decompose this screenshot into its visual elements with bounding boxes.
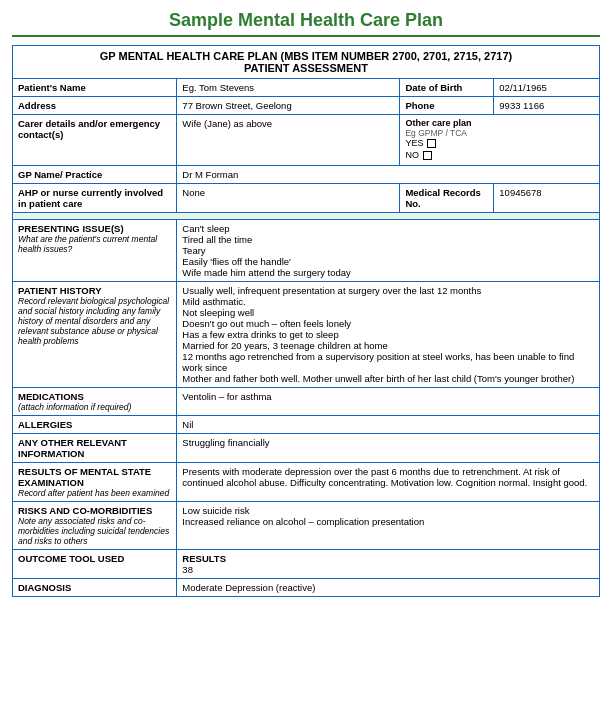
gp-row: GP Name/ Practice Dr M Forman xyxy=(13,166,600,184)
history-row: PATIENT HISTORY Record relevant biologic… xyxy=(13,282,600,388)
other-care-eg: Eg GPMP / TCA xyxy=(405,128,594,138)
spacer-row xyxy=(13,213,600,220)
patient-name-label: Patient's Name xyxy=(13,79,177,97)
presenting-value: Can't sleep Tired all the time Teary Eas… xyxy=(177,220,600,282)
no-row: NO xyxy=(405,150,594,160)
risks-label: RISKS AND CO-MORBIDITIES xyxy=(18,505,171,516)
allergies-value: Nil xyxy=(177,416,600,434)
carer-value: Wife (Jane) as above xyxy=(177,115,400,166)
outcome-results-header: RESULTS xyxy=(182,553,594,564)
address-label: Address xyxy=(13,97,177,115)
risks-sub: Note any associated risks and co-morbidi… xyxy=(18,516,171,546)
address-row: Address 77 Brown Street, Geelong Phone 9… xyxy=(13,97,600,115)
yes-checkbox xyxy=(427,139,436,148)
phone-label: Phone xyxy=(400,97,494,115)
outcome-tool-label: OUTCOME TOOL USED xyxy=(13,550,177,579)
allergies-row: ALLERGIES Nil xyxy=(13,416,600,434)
medications-sub: (attach information if required) xyxy=(18,402,171,412)
checkbox-area: YES NO xyxy=(405,138,594,160)
presenting-label: PRESENTING ISSUE(S) xyxy=(18,223,171,234)
presenting-row: PRESENTING ISSUE(S) What are the patient… xyxy=(13,220,600,282)
dob-label: Date of Birth xyxy=(400,79,494,97)
outcome-results-value: 38 xyxy=(182,564,594,575)
gp-value: Dr M Forman xyxy=(177,166,600,184)
ahp-row: AHP or nurse currently involved in patie… xyxy=(13,184,600,213)
patient-name-row: Patient's Name Eg. Tom Stevens Date of B… xyxy=(13,79,600,97)
risks-value: Low suicide risk Increased reliance on a… xyxy=(177,502,600,550)
history-label: PATIENT HISTORY xyxy=(18,285,171,296)
mental-state-row: RESULTS OF MENTAL STATE EXAMINATION Reco… xyxy=(13,463,600,502)
history-value: Usually well, infrequent presentation at… xyxy=(177,282,600,388)
medical-records-value: 10945678 xyxy=(494,184,600,213)
diagnosis-value: Moderate Depression (reactive) xyxy=(177,579,600,597)
ahp-label: AHP or nurse currently involved in patie… xyxy=(13,184,177,213)
allergies-label: ALLERGIES xyxy=(13,416,177,434)
mental-state-label: RESULTS OF MENTAL STATE EXAMINATION xyxy=(18,466,171,488)
medical-records-label: Medical Records No. xyxy=(400,184,494,213)
yes-label: YES xyxy=(405,138,423,148)
diagnosis-label: DIAGNOSIS xyxy=(13,579,177,597)
presenting-sub: What are the patient's current mental he… xyxy=(18,234,171,254)
medications-label: MEDICATIONS xyxy=(18,391,171,402)
gp-label: GP Name/ Practice xyxy=(13,166,177,184)
no-label: NO xyxy=(405,150,419,160)
table-header: GP MENTAL HEALTH CARE PLAN (MBS ITEM NUM… xyxy=(13,46,600,79)
carer-label: Carer details and/or emergency contact(s… xyxy=(13,115,177,166)
main-table: GP MENTAL HEALTH CARE PLAN (MBS ITEM NUM… xyxy=(12,45,600,597)
history-sub: Record relevant biological psychological… xyxy=(18,296,171,346)
ahp-value: None xyxy=(177,184,400,213)
header-line2: PATIENT ASSESSMENT xyxy=(18,62,594,74)
phone-value: 9933 1166 xyxy=(494,97,600,115)
dob-value: 02/11/1965 xyxy=(494,79,600,97)
carer-row: Carer details and/or emergency contact(s… xyxy=(13,115,600,166)
mental-state-value: Presents with moderate depression over t… xyxy=(177,463,600,502)
other-info-row: ANY OTHER RELEVANT INFORMATION Strugglin… xyxy=(13,434,600,463)
diagnosis-row: DIAGNOSIS Moderate Depression (reactive) xyxy=(13,579,600,597)
mental-state-sub: Record after patient has been examined xyxy=(18,488,171,498)
other-info-label: ANY OTHER RELEVANT INFORMATION xyxy=(13,434,177,463)
medications-value: Ventolin – for asthma xyxy=(177,388,600,416)
header-line1: GP MENTAL HEALTH CARE PLAN (MBS ITEM NUM… xyxy=(18,50,594,62)
page-title: Sample Mental Health Care Plan xyxy=(12,10,600,37)
yes-row: YES xyxy=(405,138,594,148)
outcome-row: OUTCOME TOOL USED RESULTS 38 xyxy=(13,550,600,579)
no-checkbox xyxy=(423,151,432,160)
other-care-label: Other care plan xyxy=(405,118,594,128)
medications-row: MEDICATIONS (attach information if requi… xyxy=(13,388,600,416)
other-info-value: Struggling financially xyxy=(177,434,600,463)
patient-name-value: Eg. Tom Stevens xyxy=(177,79,400,97)
risks-row: RISKS AND CO-MORBIDITIES Note any associ… xyxy=(13,502,600,550)
address-value: 77 Brown Street, Geelong xyxy=(177,97,400,115)
